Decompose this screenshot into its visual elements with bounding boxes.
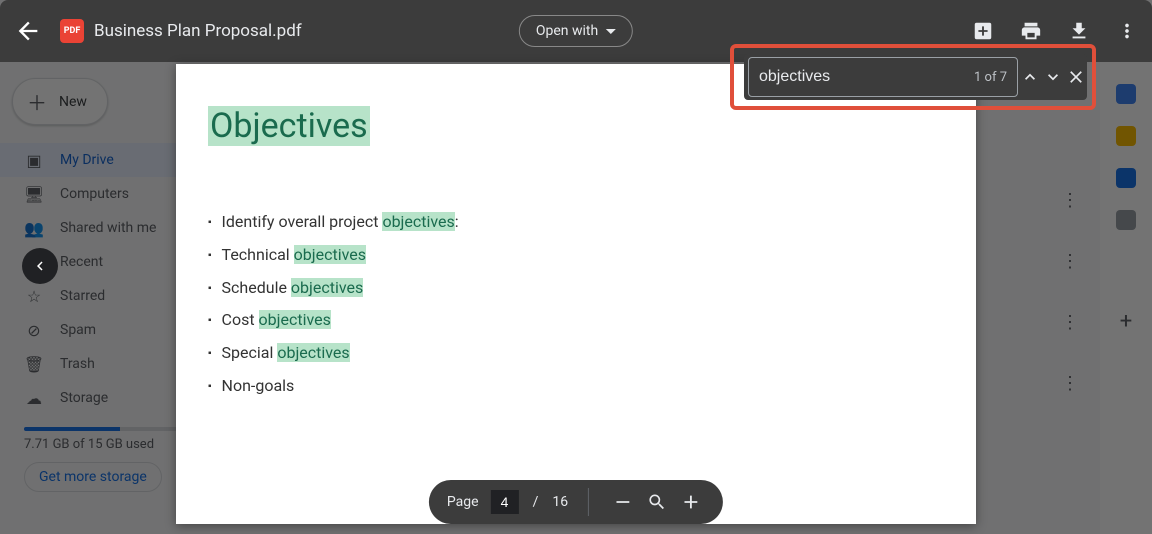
find-next-button[interactable] [1041,57,1064,97]
doc-bullet-list: Identify overall project objectives:Tech… [208,206,944,403]
back-button[interactable] [14,17,42,45]
pdf-badge-icon: PDF [60,19,84,43]
collapse-sidebar-button[interactable] [22,248,58,284]
download-button[interactable] [1068,20,1090,42]
open-with-button[interactable]: Open with [519,15,633,47]
viewer-topbar: PDF Business Plan Proposal.pdf Open with [0,0,1152,62]
search-match: objectives [291,278,363,297]
list-item: Identify overall project objectives: [208,206,944,239]
find-prev-button[interactable] [1018,57,1041,97]
search-match: objectives [277,343,349,362]
zoom-reset-button[interactable] [643,488,671,516]
find-match-count: 1 of 7 [974,70,1007,85]
pager-divider [588,488,589,516]
pdf-page: Objectives Identify overall project obje… [176,64,976,524]
find-input[interactable] [759,68,966,86]
more-actions-button[interactable] [1116,20,1138,42]
search-match: objectives [259,310,331,329]
file-title: Business Plan Proposal.pdf [94,21,302,41]
find-close-button[interactable] [1064,57,1087,97]
zoom-in-button[interactable] [677,488,705,516]
print-button[interactable] [1020,20,1042,42]
add-to-drive-button[interactable] [972,20,994,42]
page-controls: Page / 16 [429,480,723,524]
zoom-out-button[interactable] [609,488,637,516]
page-label: Page [447,494,479,510]
find-input-container: 1 of 7 [748,57,1018,97]
list-item: Cost objectives [208,304,944,337]
search-match: objectives [294,245,366,264]
list-item: Special objectives [208,337,944,370]
page-number-input[interactable] [491,490,519,514]
find-bar: 1 of 7 [744,54,1087,100]
page-slash: / [533,494,539,510]
list-item: Technical objectives [208,239,944,272]
list-item: Non-goals [208,370,944,403]
doc-heading: Objectives [208,106,370,146]
list-item: Schedule objectives [208,272,944,305]
search-match: objectives [382,212,454,231]
page-total: 16 [552,494,568,510]
dropdown-caret-icon [606,29,616,34]
open-with-label: Open with [536,23,598,39]
